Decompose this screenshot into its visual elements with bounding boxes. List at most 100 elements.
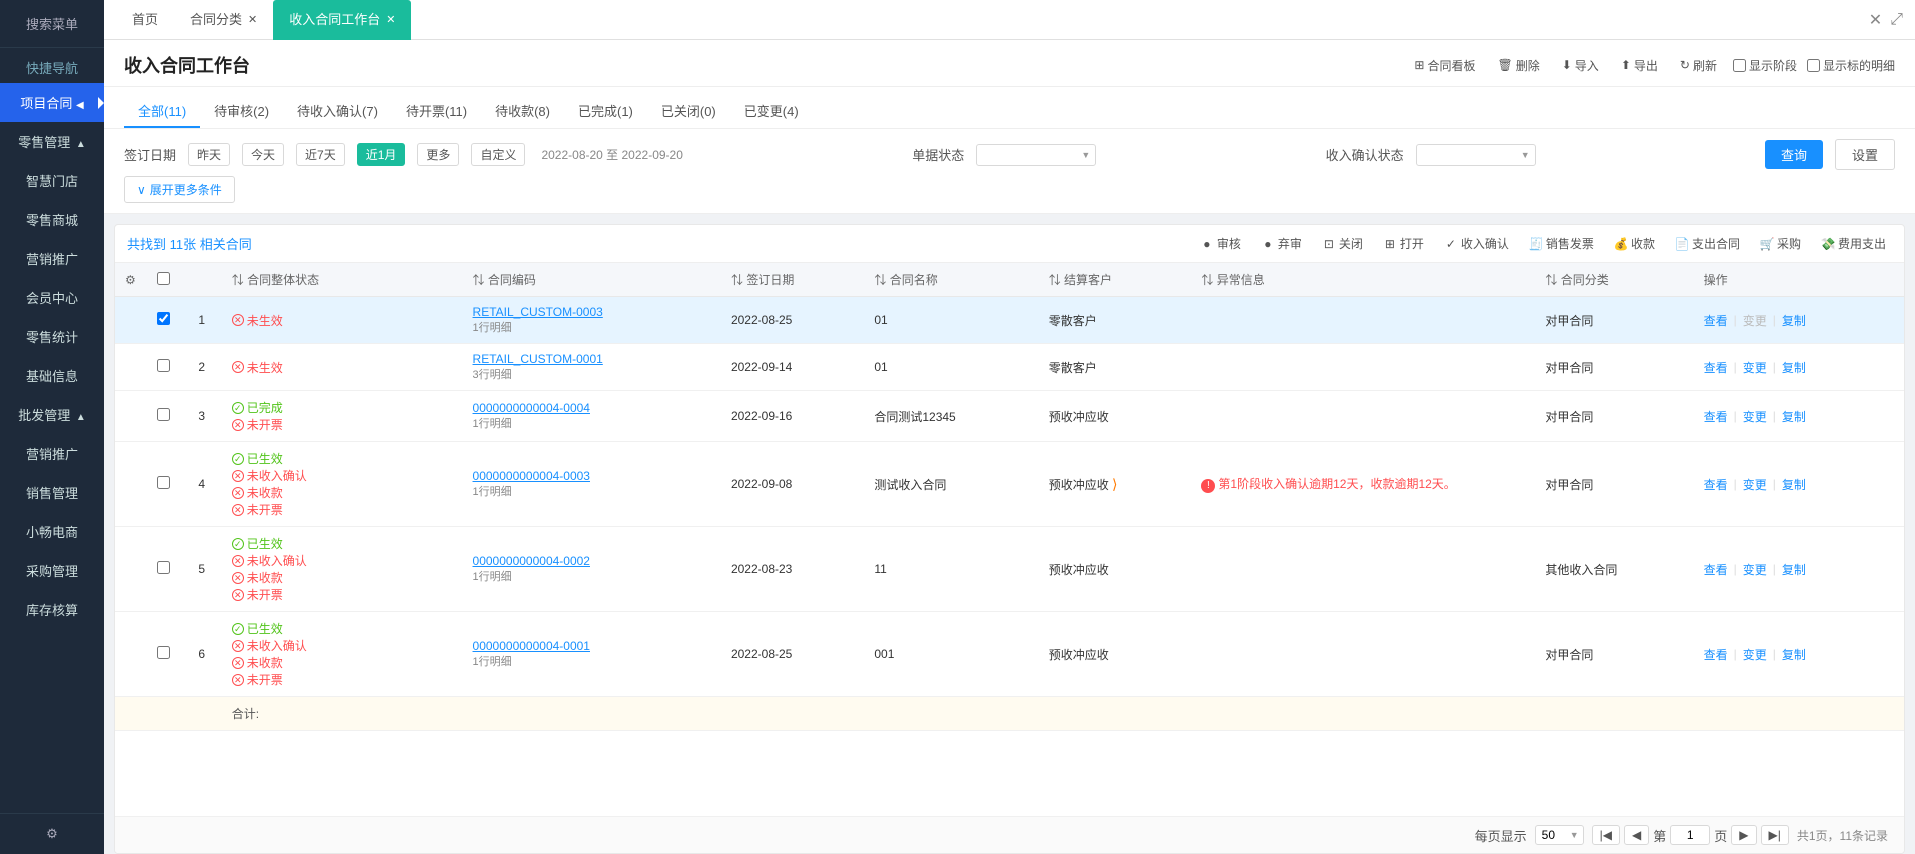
action-copy[interactable]: 复制 <box>1782 312 1806 329</box>
action-income-confirm[interactable]: ✓ 收入确认 <box>1438 233 1515 254</box>
page-first-btn[interactable]: |◀ <box>1592 825 1620 845</box>
contract-code-link[interactable]: RETAIL_CUSTOM-0003 <box>473 305 603 319</box>
action-view[interactable]: 查看 <box>1704 561 1728 578</box>
tab-contract-category[interactable]: 合同分类 ✕ <box>174 0 273 40</box>
show-details-input[interactable] <box>1807 59 1820 72</box>
action-expense-out[interactable]: 💸 费用支出 <box>1815 233 1892 254</box>
col-checkbox[interactable] <box>146 263 182 297</box>
sidebar-quick-nav[interactable]: 快捷导航 <box>0 48 104 83</box>
tab-income-workbench[interactable]: 收入合同工作台 ✕ <box>273 0 411 40</box>
date-btn-1month[interactable]: 近1月 <box>357 143 406 166</box>
row-checkbox[interactable] <box>157 561 170 574</box>
sidebar-item-retail-mgmt[interactable]: 零售管理 ▲ <box>0 122 104 161</box>
sidebar-item-marketing2[interactable]: 营销推广 <box>0 434 104 473</box>
sidebar-item-inventory[interactable]: 库存核算 <box>0 590 104 629</box>
action-view[interactable]: 查看 <box>1704 359 1728 376</box>
filter-tab-pending-invoice[interactable]: 待开票(11) <box>392 95 481 128</box>
action-view[interactable]: 查看 <box>1704 476 1728 493</box>
sidebar-item-project[interactable]: 项目合同 ◀ <box>0 83 104 122</box>
show-details-checkbox[interactable]: 显示标的明细 <box>1807 57 1895 74</box>
select-all-checkbox[interactable] <box>157 272 170 285</box>
sidebar-search[interactable]: 搜索菜单 <box>0 0 104 48</box>
action-view[interactable]: 查看 <box>1704 646 1728 663</box>
per-page-select[interactable]: 50 20 100 <box>1535 825 1584 845</box>
row-checkbox[interactable] <box>157 646 170 659</box>
date-btn-today[interactable]: 今天 <box>242 143 284 166</box>
row-checkbox[interactable] <box>157 312 170 325</box>
sidebar-item-marketing[interactable]: 营销推广 <box>0 239 104 278</box>
action-copy[interactable]: 复制 <box>1782 408 1806 425</box>
sidebar-item-base-info[interactable]: 基础信息 <box>0 356 104 395</box>
import-button[interactable]: ⬇ 导入 <box>1556 54 1605 77</box>
show-stages-checkbox[interactable]: 显示阶段 <box>1733 57 1797 74</box>
action-change[interactable]: 变更 <box>1743 476 1767 493</box>
sidebar-item-retail-stats[interactable]: 零售统计 <box>0 317 104 356</box>
contract-code-link[interactable]: 0000000000004-0001 <box>473 639 590 653</box>
refresh-button[interactable]: ↻ 刷新 <box>1674 54 1723 77</box>
show-stages-input[interactable] <box>1733 59 1746 72</box>
col-setting[interactable]: ⚙ <box>115 263 146 297</box>
row-checkbox[interactable] <box>157 408 170 421</box>
row-checkbox[interactable] <box>157 476 170 489</box>
delete-button[interactable]: 🗑 删除 <box>1491 54 1545 77</box>
contract-code-link[interactable]: RETAIL_CUSTOM-0001 <box>473 352 603 366</box>
date-btn-custom[interactable]: 自定义 <box>471 143 525 166</box>
action-review[interactable]: ● 审核 <box>1194 233 1247 254</box>
filter-tab-all[interactable]: 全部(11) <box>124 95 200 128</box>
sidebar-item-member[interactable]: 会员中心 <box>0 278 104 317</box>
page-prev-btn[interactable]: ◀ <box>1624 825 1649 845</box>
date-btn-7days[interactable]: 近7天 <box>296 143 345 166</box>
action-change[interactable]: 变更 <box>1743 312 1767 329</box>
sidebar-item-wholesale-mgmt[interactable]: 批发管理 ▲ <box>0 395 104 434</box>
sidebar-settings[interactable]: ⚙ <box>0 813 104 854</box>
sidebar-item-purchase[interactable]: 采购管理 <box>0 551 104 590</box>
tab-home[interactable]: 首页 <box>116 0 174 40</box>
action-close[interactable]: ⊡ 关闭 <box>1316 233 1369 254</box>
action-copy[interactable]: 复制 <box>1782 561 1806 578</box>
setting-button[interactable]: 设置 <box>1835 139 1895 170</box>
action-change[interactable]: 变更 <box>1743 646 1767 663</box>
expand-more-button[interactable]: ∨ 展开更多条件 <box>124 176 235 203</box>
sidebar-item-xiaochu[interactable]: 小畅电商 <box>0 512 104 551</box>
date-btn-more[interactable]: 更多 <box>417 143 459 166</box>
tab-income-workbench-close[interactable]: ✕ <box>386 0 395 40</box>
doc-status-select[interactable] <box>976 144 1096 166</box>
action-copy[interactable]: 复制 <box>1782 359 1806 376</box>
action-expense-contract[interactable]: 📄 支出合同 <box>1669 233 1746 254</box>
page-number-input[interactable] <box>1670 825 1710 845</box>
window-close-icon[interactable]: ✕ <box>1869 10 1882 30</box>
action-copy[interactable]: 复制 <box>1782 646 1806 663</box>
filter-tab-pending-review[interactable]: 待审核(2) <box>200 95 283 128</box>
contract-code-link[interactable]: 0000000000004-0003 <box>473 469 590 483</box>
action-change[interactable]: 变更 <box>1743 359 1767 376</box>
contract-code-link[interactable]: 0000000000004-0002 <box>473 554 590 568</box>
tab-contract-category-close[interactable]: ✕ <box>248 0 257 40</box>
income-confirm-select[interactable] <box>1416 144 1536 166</box>
action-abandon[interactable]: ● 弃审 <box>1255 233 1308 254</box>
table-scroll[interactable]: ⚙ ⇅ 合同整体状态 ⇅ 合同编码 <box>115 263 1904 816</box>
page-last-btn[interactable]: ▶| <box>1761 825 1789 845</box>
action-view[interactable]: 查看 <box>1704 408 1728 425</box>
action-purchase[interactable]: 🛒 采购 <box>1754 233 1807 254</box>
export-button[interactable]: ⬆ 导出 <box>1615 54 1664 77</box>
query-button[interactable]: 查询 <box>1765 140 1823 169</box>
action-receipt[interactable]: 💰 收款 <box>1608 233 1661 254</box>
action-change[interactable]: 变更 <box>1743 561 1767 578</box>
date-btn-yesterday[interactable]: 昨天 <box>188 143 230 166</box>
action-sales-invoice[interactable]: 🧾 销售发票 <box>1523 233 1600 254</box>
filter-tab-pending-receipt[interactable]: 待收款(8) <box>481 95 564 128</box>
filter-tab-pending-income[interactable]: 待收入确认(7) <box>283 95 392 128</box>
filter-tab-changed[interactable]: 已变更(4) <box>730 95 813 128</box>
page-next-btn[interactable]: ▶ <box>1731 825 1756 845</box>
sidebar-item-sales-mgmt[interactable]: 销售管理 <box>0 473 104 512</box>
window-maximize-icon[interactable]: ⤢ <box>1890 11 1903 29</box>
contract-code-link[interactable]: 0000000000004-0004 <box>473 401 590 415</box>
add-button[interactable]: + 新增 <box>1344 53 1398 78</box>
action-copy[interactable]: 复制 <box>1782 476 1806 493</box>
filter-tab-closed[interactable]: 已关闭(0) <box>647 95 730 128</box>
action-change[interactable]: 变更 <box>1743 408 1767 425</box>
filter-tab-completed[interactable]: 已完成(1) <box>564 95 647 128</box>
action-open[interactable]: ⊞ 打开 <box>1377 233 1430 254</box>
sidebar-item-smart-store[interactable]: 智慧门店 <box>0 161 104 200</box>
row-checkbox[interactable] <box>157 359 170 372</box>
